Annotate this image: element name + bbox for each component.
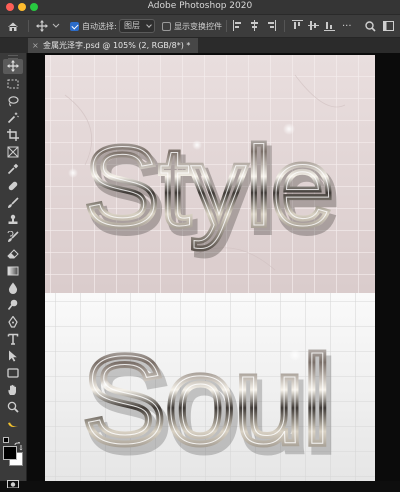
sparkle (68, 168, 78, 178)
show-transform-controls-checkbox[interactable]: 显示变换控件 (162, 19, 222, 33)
artwork: Style Style Style Soul Soul Soul (45, 55, 375, 481)
healing-brush-tool[interactable] (3, 179, 23, 194)
bandage-icon (8, 181, 18, 191)
sparkle (289, 349, 301, 361)
checkbox-unchecked-icon (162, 21, 171, 31)
clone-stamp-tool[interactable] (3, 213, 23, 228)
type-tool[interactable] (3, 332, 23, 347)
document-tab[interactable]: × 金属光泽字.psd @ 105% (2, RGB/8*) * (28, 38, 198, 53)
align-bottom-edges-button[interactable] (324, 20, 335, 31)
gradient-icon (7, 266, 19, 276)
history-brush-tool[interactable] (3, 230, 23, 245)
eraser-icon (7, 249, 19, 259)
auto-select-label: 自动选择: (82, 21, 117, 31)
checkbox-checked-icon (70, 21, 79, 31)
drop-icon (8, 282, 18, 294)
show-transform-label: 显示变换控件 (174, 21, 222, 31)
auto-select-checkbox[interactable]: 自动选择: (70, 19, 117, 33)
banana-icon (8, 422, 18, 427)
workspace-switcher-button[interactable] (383, 19, 394, 33)
magic-wand-icon (7, 112, 19, 124)
move-tool[interactable] (3, 59, 23, 74)
document-tab-bar: × 金属光泽字.psd @ 105% (2, RGB/8*) * (0, 38, 400, 53)
rectangle-icon (7, 368, 19, 378)
lasso-icon (8, 96, 19, 107)
default-colors-button[interactable] (3, 437, 10, 444)
pen-icon (8, 316, 18, 328)
align-vertical-centers-button[interactable] (308, 20, 319, 31)
crop-icon (7, 129, 19, 141)
rectangular-marquee-icon (7, 79, 19, 89)
align-top-edges-button[interactable] (292, 20, 303, 31)
align-horizontal-centers-button[interactable] (250, 20, 260, 31)
move-icon (36, 20, 48, 32)
auto-select-dropdown[interactable]: 图层 (119, 19, 155, 33)
move-tool-preset-picker[interactable] (36, 19, 60, 33)
path-selection-tool[interactable] (3, 349, 23, 364)
history-brush-icon (7, 231, 19, 242)
dodge-icon (7, 299, 18, 310)
zoom-tool[interactable] (3, 400, 23, 415)
more-options-button[interactable]: ··· (342, 19, 352, 33)
dodge-tool[interactable] (3, 298, 23, 313)
edit-toolbar[interactable] (3, 418, 23, 433)
quick-mask-icon (7, 480, 19, 489)
crop-tool[interactable] (3, 128, 23, 143)
frame-tool[interactable] (3, 145, 23, 160)
lasso-tool[interactable] (3, 94, 23, 109)
home-button[interactable] (7, 19, 19, 33)
stamp-icon (8, 214, 18, 224)
gradient-tool[interactable] (3, 264, 23, 279)
swap-colors-button[interactable] (14, 436, 23, 451)
home-icon (8, 22, 18, 31)
window-title: Adobe Photoshop 2020 (147, 1, 253, 11)
eyedropper-tool[interactable] (3, 162, 23, 177)
workspace-icon (383, 21, 394, 31)
document-canvas[interactable]: Style Style Style Soul Soul Soul (45, 55, 375, 481)
align-right-edges-button[interactable] (267, 20, 277, 31)
type-icon (7, 333, 19, 345)
sparkle (100, 380, 110, 390)
blur-tool[interactable] (3, 281, 23, 296)
magic-wand-tool[interactable] (3, 111, 23, 126)
options-bar: 自动选择: 图层 显示变换控件 ··· (0, 15, 400, 38)
pen-tool[interactable] (3, 315, 23, 330)
marquee-tool[interactable] (3, 77, 23, 92)
sparkle (283, 123, 295, 135)
search-button[interactable] (365, 19, 376, 33)
arrow-pointer-icon (9, 350, 17, 362)
tools-panel (0, 53, 27, 489)
default-colors-icon (3, 437, 9, 443)
eyedropper-icon (7, 163, 19, 175)
move-icon (7, 60, 19, 72)
hand-tool[interactable] (3, 383, 23, 398)
quick-mask-button[interactable] (7, 473, 19, 489)
brush-icon (8, 197, 19, 208)
zoom-icon (7, 401, 19, 413)
sparkle (192, 140, 202, 150)
hand-icon (8, 384, 16, 395)
brush-tool[interactable] (3, 196, 23, 211)
chevron-down-icon (52, 23, 60, 28)
title-bar: Adobe Photoshop 2020 (0, 0, 400, 15)
artwork-top-word-highlight: Style (85, 124, 334, 249)
search-icon (365, 20, 376, 32)
eraser-tool[interactable] (3, 247, 23, 262)
foreground-color-swatch[interactable] (3, 446, 17, 460)
close-tab-button[interactable]: × (32, 38, 39, 53)
align-left-edges-button[interactable] (233, 20, 243, 31)
document-tab-label: 金属光泽字.psd @ 105% (2, RGB/8*) * (43, 41, 191, 50)
frame-icon (7, 146, 19, 158)
rectangle-tool[interactable] (3, 366, 23, 381)
